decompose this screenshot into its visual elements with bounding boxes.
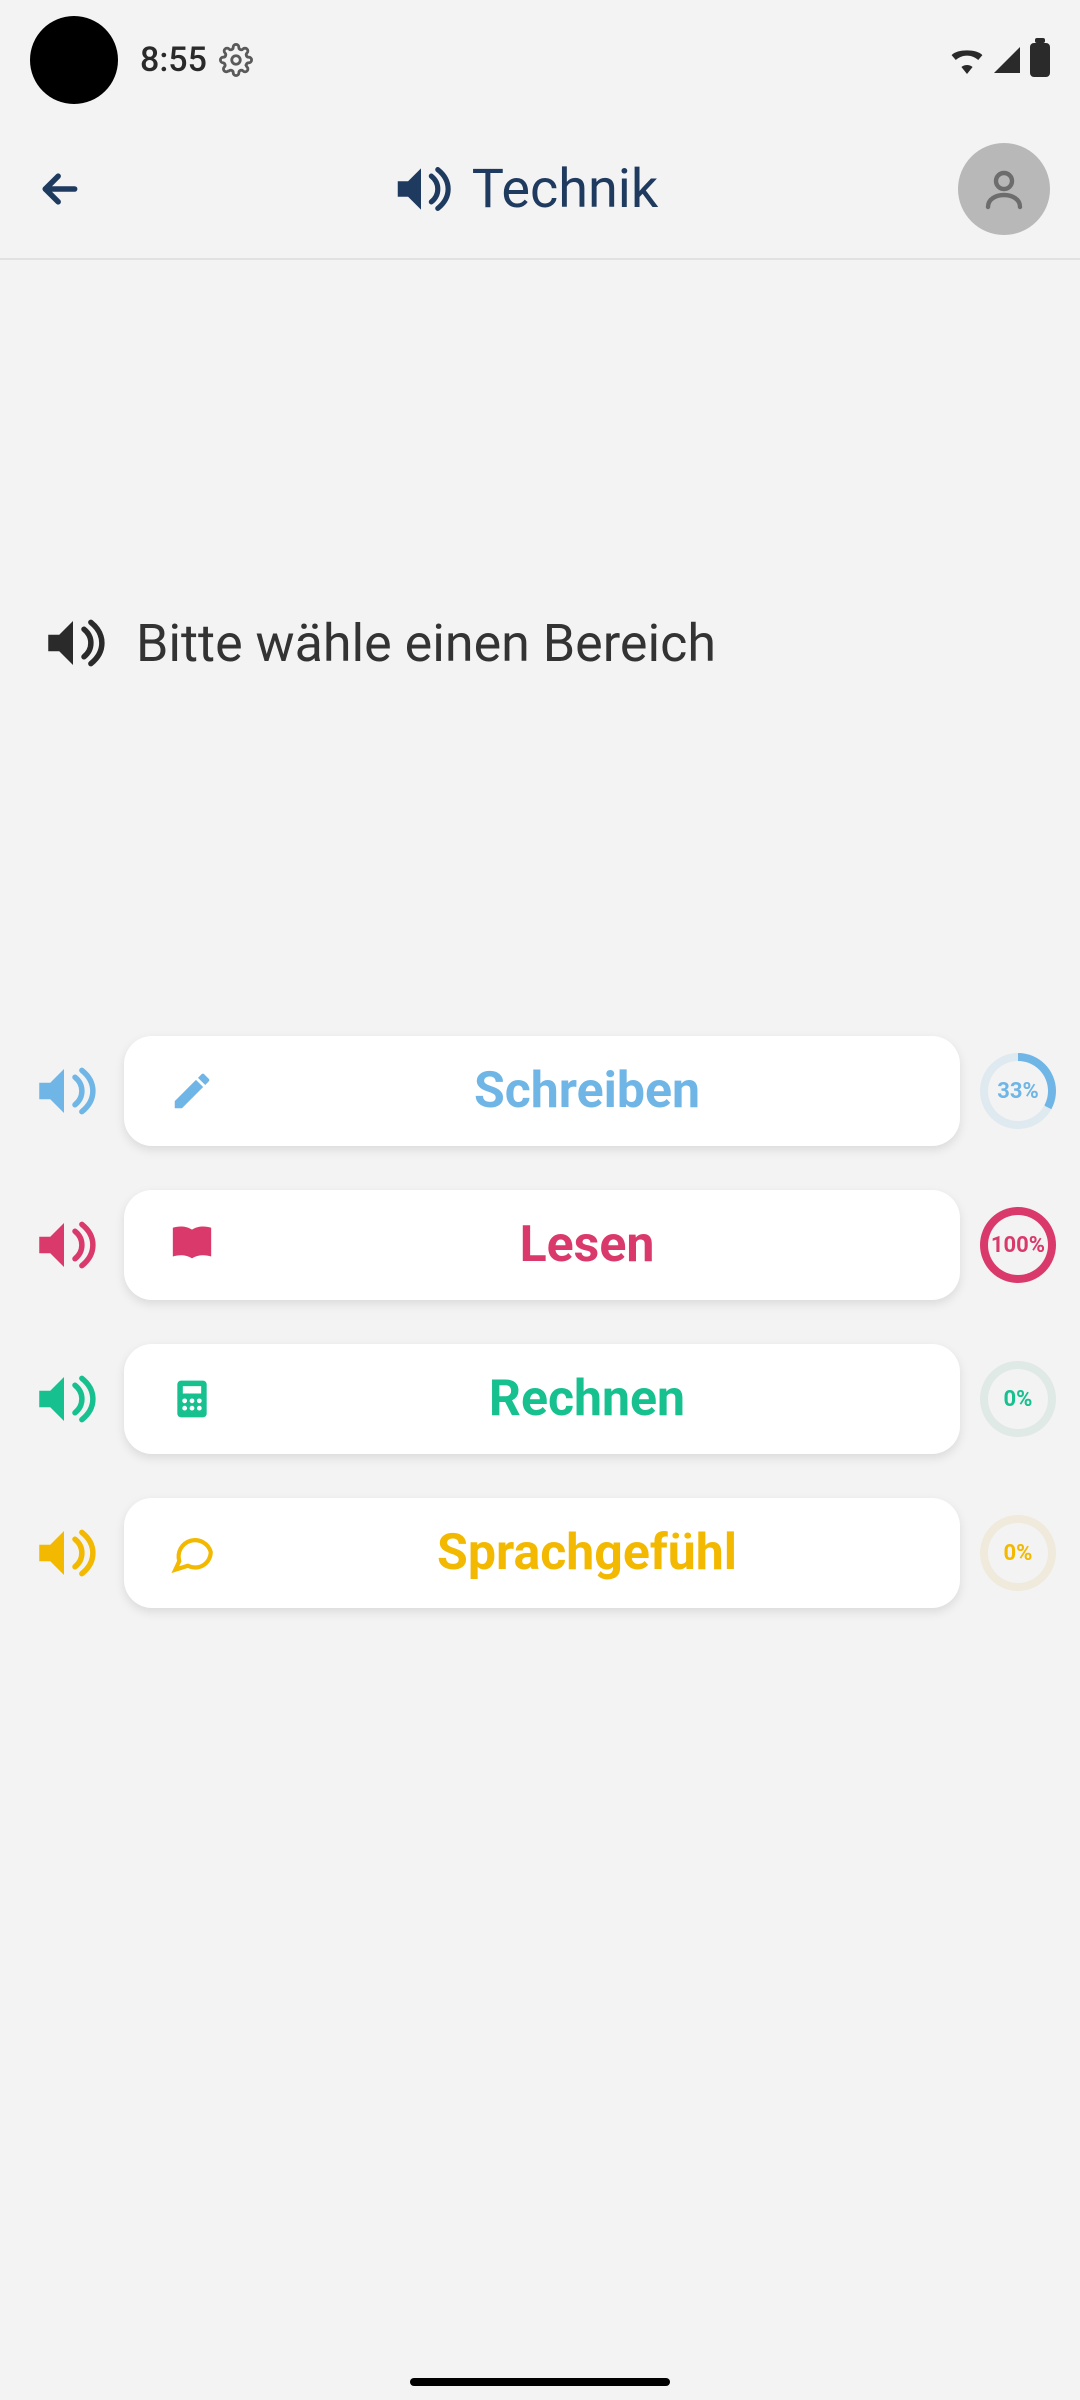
category-row-sprachgefuehl: Sprachgefühl 0%: [24, 1498, 1056, 1608]
pencil-icon: [164, 1063, 220, 1119]
progress-sprachgefuehl: 0%: [980, 1515, 1056, 1591]
prompt-row: Bitte wähle einen Bereich: [0, 610, 1080, 676]
page-title: Technik: [472, 158, 659, 221]
home-indicator: [410, 2378, 670, 2386]
gear-icon: [219, 43, 253, 77]
speak-rechnen-button[interactable]: [24, 1359, 104, 1439]
status-avatar: [30, 16, 118, 104]
progress-rechnen: 0%: [980, 1361, 1056, 1437]
category-label: Lesen: [254, 1216, 920, 1274]
prompt-text: Bitte wähle einen Bereich: [136, 613, 716, 674]
status-clock: 8:55: [140, 40, 207, 80]
category-label: Schreiben: [254, 1062, 920, 1120]
profile-button[interactable]: [958, 143, 1050, 235]
category-row-lesen: Lesen 100%: [24, 1190, 1056, 1300]
category-card-sprachgefuehl[interactable]: Sprachgefühl: [124, 1498, 960, 1608]
category-label: Sprachgefühl: [254, 1524, 920, 1582]
chat-icon: [164, 1525, 220, 1581]
category-row-rechnen: Rechnen 0%: [24, 1344, 1056, 1454]
app-header: Technik: [0, 120, 1080, 260]
speak-sprachgefuehl-button[interactable]: [24, 1513, 104, 1593]
battery-icon: [1030, 43, 1050, 77]
calculator-icon: [164, 1371, 220, 1427]
speaker-icon[interactable]: [40, 610, 106, 676]
speaker-icon[interactable]: [390, 158, 452, 220]
category-card-rechnen[interactable]: Rechnen: [124, 1344, 960, 1454]
progress-lesen: 100%: [980, 1207, 1056, 1283]
wifi-icon: [950, 46, 984, 74]
category-card-schreiben[interactable]: Schreiben: [124, 1036, 960, 1146]
category-row-schreiben: Schreiben 33%: [24, 1036, 1056, 1146]
speak-schreiben-button[interactable]: [24, 1051, 104, 1131]
category-card-lesen[interactable]: Lesen: [124, 1190, 960, 1300]
progress-schreiben: 33%: [980, 1053, 1056, 1129]
status-bar: 8:55: [0, 0, 1080, 120]
category-label: Rechnen: [254, 1370, 920, 1428]
back-button[interactable]: [30, 159, 90, 219]
speak-lesen-button[interactable]: [24, 1205, 104, 1285]
book-icon: [164, 1217, 220, 1273]
category-list: Schreiben 33% Lesen 100%: [0, 1036, 1080, 1608]
signal-icon: [994, 47, 1020, 73]
